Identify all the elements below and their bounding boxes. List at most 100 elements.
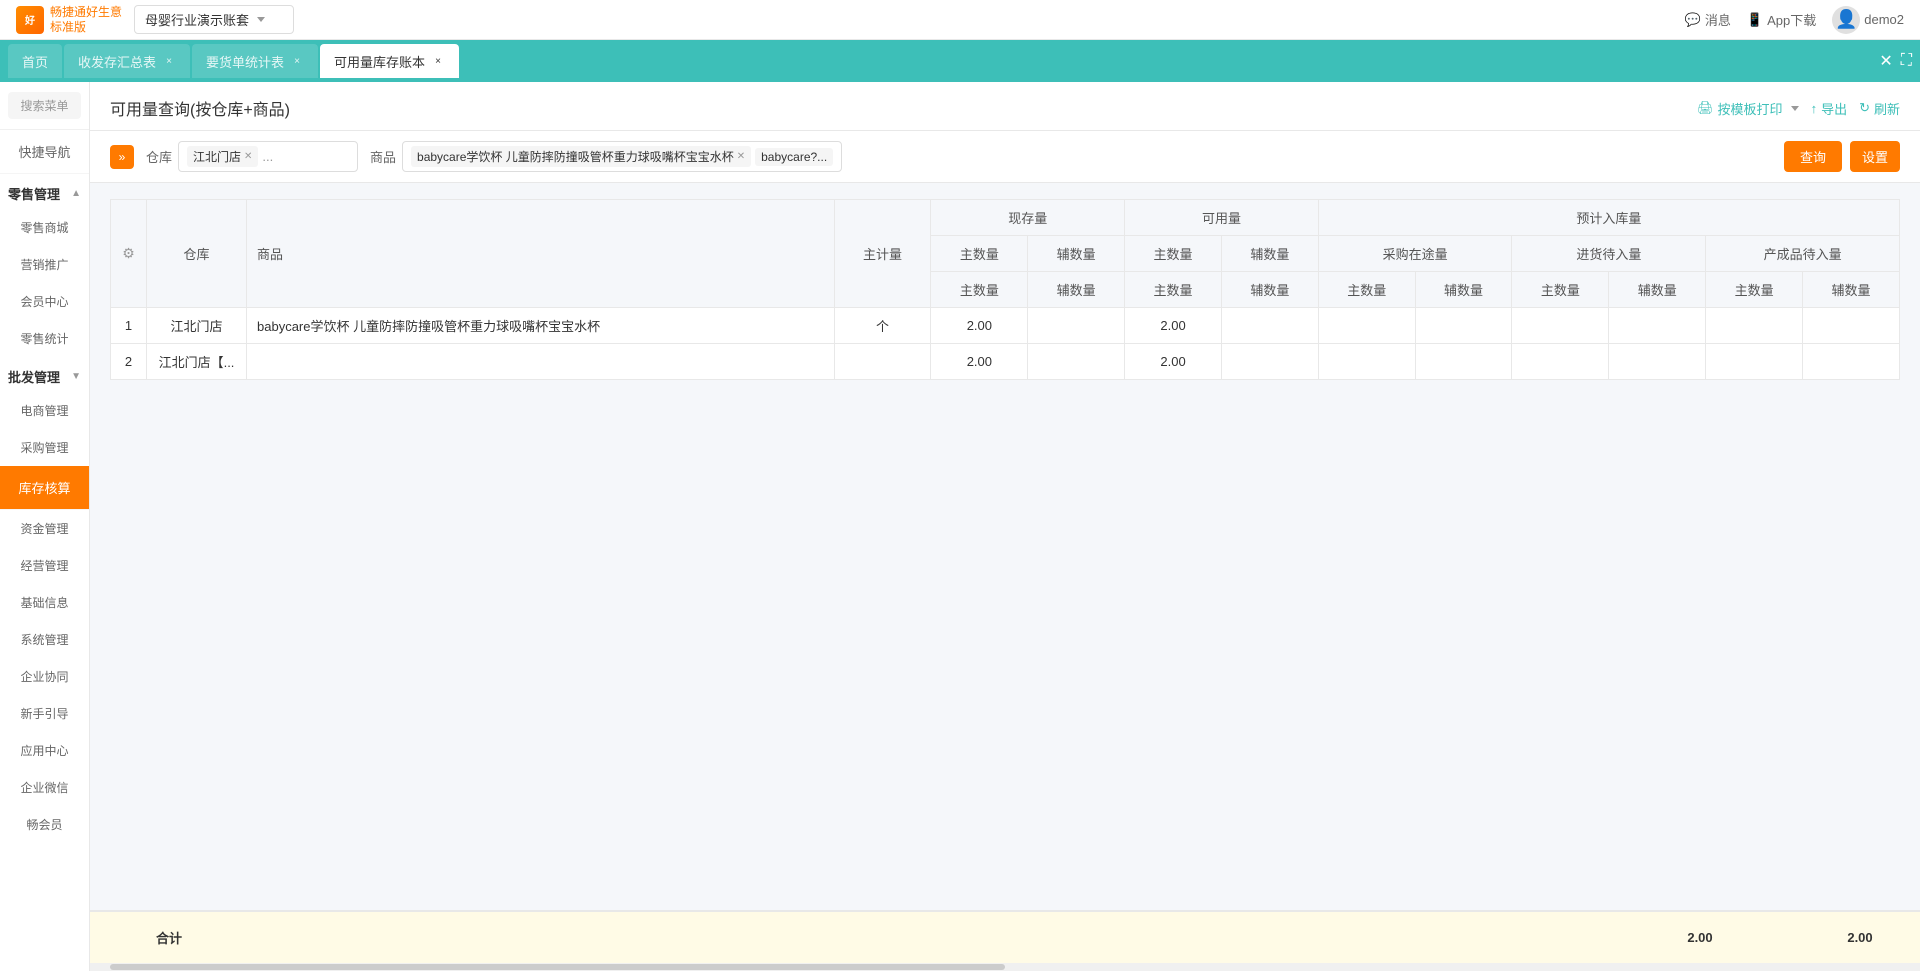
tab-home-label: 首页 [22, 52, 48, 71]
sidebar-item-ops[interactable]: 经营管理 [0, 547, 89, 584]
th-inv-aux2: 辅数量 [1028, 272, 1125, 308]
td-seq-2: 2 [111, 344, 147, 380]
sidebar-item-app-center[interactable]: 应用中心 [0, 732, 89, 769]
table-container[interactable]: ⚙ 仓库 商品 主计量 现存量 可用量 预计入库量 主数量 辅数量 主数量 辅数… [90, 183, 1920, 910]
td-pur-transit-main-2 [1318, 344, 1415, 380]
search-input[interactable]: 搜索菜单 [8, 92, 81, 119]
fullscreen-icon[interactable]: ⛶ [1901, 52, 1912, 70]
tab-receipts-close[interactable]: × [162, 54, 176, 68]
tab-order-stats-label: 要货单统计表 [206, 52, 284, 71]
tab-bar-actions: ✕ ⛶ [1879, 51, 1912, 71]
td-pur-pend-aux-2 [1609, 344, 1706, 380]
data-table: ⚙ 仓库 商品 主计量 现存量 可用量 预计入库量 主数量 辅数量 主数量 辅数… [110, 199, 1900, 380]
print-icon: 🖨 [1697, 100, 1714, 116]
setting-button[interactable]: 设置 [1850, 141, 1900, 172]
sidebar-item-stock-check[interactable]: 库存核算 [0, 466, 89, 510]
td-prod-pend-main-1 [1706, 308, 1803, 344]
tab-available-stock-close[interactable]: × [431, 54, 445, 68]
th-inv-main: 主数量 [931, 236, 1028, 272]
sidebar-item-vip[interactable]: 畅会员 [0, 806, 89, 843]
product-tag1-close[interactable]: ✕ [737, 151, 745, 162]
close-all-tabs-icon[interactable]: ✕ [1879, 51, 1892, 71]
refresh-btn[interactable]: ↻ 刷新 [1859, 99, 1900, 118]
warehouse-tag: 江北门店 ✕ [187, 146, 258, 167]
warehouse-tag-close[interactable]: ✕ [244, 151, 252, 162]
query-button[interactable]: 查询 [1784, 141, 1842, 172]
td-prod-pend-main-2 [1706, 344, 1803, 380]
filter-product-group: 商品 babycare学饮杯 儿童防摔防撞吸管杯重力球吸嘴杯宝宝水杯 ✕ bab… [370, 141, 842, 172]
product-tag-1: babycare学饮杯 儿童防摔防撞吸管杯重力球吸嘴杯宝宝水杯 ✕ [411, 146, 751, 167]
th-inv-main2: 主数量 [931, 272, 1028, 308]
export-btn[interactable]: ↑ 导出 [1811, 99, 1848, 118]
logo-text: 畅捷通好生意 标准版 [50, 5, 122, 34]
warehouse-filter-input[interactable]: 江北门店 ✕ ... [178, 141, 358, 172]
td-pur-transit-main-1 [1318, 308, 1415, 344]
product-tag-2: babycare?... [755, 148, 833, 166]
th-avail-main: 主数量 [1125, 236, 1222, 272]
top-bar-left: 好 畅捷通好生意 标准版 母婴行业演示账套 [16, 5, 294, 34]
td-pur-pend-main-1 [1512, 308, 1609, 344]
td-avail-aux-1 [1221, 308, 1318, 344]
th-settings[interactable]: ⚙ [111, 200, 147, 308]
sidebar-item-ecom[interactable]: 电商管理 [0, 392, 89, 429]
page-title: 可用量查询(按仓库+商品) [110, 96, 290, 120]
download-icon: 📱 [1747, 12, 1763, 28]
th-prod-pending: 产成品待入量 [1706, 236, 1900, 272]
sidebar-item-retail-stats[interactable]: 零售统计 [0, 320, 89, 357]
sidebar-search-area: 搜索菜单 [0, 82, 89, 130]
td-inv-aux-1 [1028, 308, 1125, 344]
arrow-icon: ▲ [71, 188, 81, 199]
td-unit-1: 个 [834, 308, 931, 344]
print-by-template-btn[interactable]: 🖨 按模板打印 [1697, 99, 1799, 118]
sidebar-item-quick-nav-label: 快捷导航 [18, 142, 70, 161]
sidebar-item-quick-nav[interactable]: 快捷导航 [0, 130, 89, 174]
th-product: 商品 [247, 200, 835, 308]
refresh-icon: ↻ [1859, 100, 1870, 116]
th-forecast-group: 预计入库量 [1318, 200, 1899, 236]
tab-available-stock[interactable]: 可用量库存账本 × [320, 44, 459, 78]
sidebar-item-purchase[interactable]: 采购管理 [0, 429, 89, 466]
td-inv-main-2: 2.00 [931, 344, 1028, 380]
scrollbar-thumb[interactable] [110, 964, 1005, 970]
footer-avail-main: 2.00 [1820, 920, 1900, 955]
chevron-down-icon [257, 17, 265, 22]
tab-bar: 首页 收发存汇总表 × 要货单统计表 × 可用量库存账本 × ✕ ⛶ [0, 40, 1920, 82]
export-icon: ↑ [1811, 101, 1818, 116]
settings-gear-icon[interactable]: ⚙ [122, 245, 135, 261]
sidebar-item-enterprise-wechat[interactable]: 企业微信 [0, 769, 89, 806]
message-btn[interactable]: 💬 消息 [1685, 10, 1731, 29]
sidebar-item-member[interactable]: 会员中心 [0, 283, 89, 320]
sidebar-item-sys-mgmt[interactable]: 系统管理 [0, 621, 89, 658]
td-avail-aux-2 [1221, 344, 1318, 380]
sidebar-item-finance[interactable]: 资金管理 [0, 510, 89, 547]
tab-order-stats-close[interactable]: × [290, 54, 304, 68]
arrow-icon-2: ▼ [71, 371, 81, 382]
product-filter-input[interactable]: babycare学饮杯 儿童防摔防撞吸管杯重力球吸嘴杯宝宝水杯 ✕ babyca… [402, 141, 842, 172]
th-inv-aux: 辅数量 [1028, 236, 1125, 272]
scrollbar-area[interactable] [90, 963, 1920, 971]
td-pur-pend-aux-1 [1609, 308, 1706, 344]
tab-order-stats[interactable]: 要货单统计表 × [192, 44, 318, 78]
logo-area: 好 畅捷通好生意 标准版 [16, 5, 122, 34]
industry-selector[interactable]: 母婴行业演示账套 [134, 5, 294, 34]
sidebar-item-new-guide[interactable]: 新手引导 [0, 695, 89, 732]
content-area: 可用量查询(按仓库+商品) 🖨 按模板打印 ↑ 导出 ↻ 刷新 » [90, 82, 1920, 971]
tab-receipts[interactable]: 收发存汇总表 × [64, 44, 190, 78]
warehouse-more-btn[interactable]: ... [262, 149, 273, 164]
user-area[interactable]: 👤 demo2 [1832, 6, 1904, 34]
app-download-btn[interactable]: 📱 App下载 [1747, 10, 1816, 29]
th-prod-pend-main: 主数量 [1706, 272, 1803, 308]
sidebar-item-marketing[interactable]: 营销推广 [0, 246, 89, 283]
avatar: 👤 [1832, 6, 1860, 34]
sidebar-group-wholesale[interactable]: 批发管理 ▼ [0, 357, 89, 392]
th-unit: 主计量 [834, 200, 931, 308]
sidebar-item-enterprise-collab[interactable]: 企业协同 [0, 658, 89, 695]
sidebar-group-retail[interactable]: 零售管理 ▲ [0, 174, 89, 209]
sidebar-item-retail-mall[interactable]: 零售商城 [0, 209, 89, 246]
table-row: 1 江北门店 babycare学饮杯 儿童防摔防撞吸管杯重力球吸嘴杯宝宝水杯 个… [111, 308, 1900, 344]
page-header: 可用量查询(按仓库+商品) 🖨 按模板打印 ↑ 导出 ↻ 刷新 [90, 82, 1920, 131]
sidebar-item-basic-info[interactable]: 基础信息 [0, 584, 89, 621]
tab-home[interactable]: 首页 [8, 44, 62, 78]
top-bar-right: 💬 消息 📱 App下载 👤 demo2 [1685, 6, 1904, 34]
filter-expand-btn[interactable]: » [110, 145, 134, 169]
